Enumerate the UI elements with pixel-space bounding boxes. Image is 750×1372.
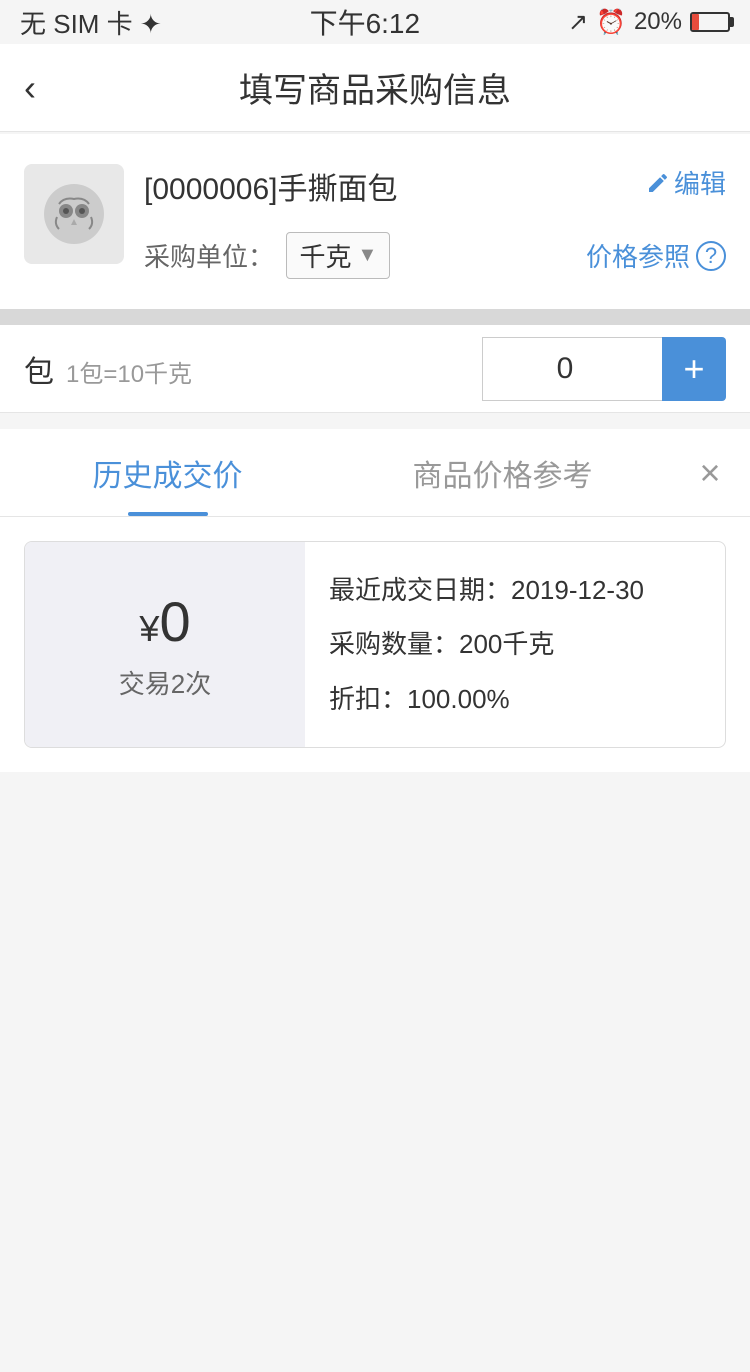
tab-price-reference[interactable]: 商品价格参考: [335, 429, 670, 516]
dropdown-arrow-icon: ▼: [357, 244, 377, 267]
qty-controls: +: [482, 337, 726, 401]
quantity-section: 包 1包=10千克 +: [0, 325, 750, 413]
product-thumbnail: [24, 164, 124, 264]
unit-value: 千克: [299, 237, 351, 274]
battery-icon: [690, 12, 730, 32]
unit-row: 采购单位： 千克 ▼ 价格参照 ?: [144, 232, 726, 279]
price-currency: ¥: [139, 608, 159, 649]
price-ref-label: 价格参照: [586, 237, 690, 274]
unit-label: 采购单位：: [144, 242, 274, 272]
price-card-right: 最近成交日期：2019-12-30 采购数量：200千克 折扣：100.00%: [305, 542, 725, 747]
status-right: ↗ ⏰ 20%: [568, 8, 730, 37]
purchase-qty-row: 采购数量：200千克: [329, 626, 701, 662]
back-button[interactable]: ‹: [24, 67, 36, 109]
tab-history-price[interactable]: 历史成交价: [0, 429, 335, 516]
edit-icon: [646, 171, 670, 195]
price-amount: 0: [159, 590, 190, 653]
product-logo-icon: [39, 179, 109, 249]
card-area: ¥0 交易2次 最近成交日期：2019-12-30 采购数量：200千克 折扣：…: [0, 517, 750, 772]
tab-price-reference-label: 商品价格参考: [413, 451, 593, 495]
tab-history-price-label: 历史成交价: [93, 451, 243, 495]
product-header-row: [0000006]手撕面包 编辑: [144, 164, 726, 208]
price-card: ¥0 交易2次 最近成交日期：2019-12-30 采购数量：200千克 折扣：…: [24, 541, 726, 748]
price-display: ¥0: [139, 589, 190, 654]
qty-unit: 包: [24, 347, 54, 391]
divider-bar: [0, 309, 750, 325]
battery-percent: 20%: [634, 8, 682, 36]
main-content-area: [0, 772, 750, 1372]
tabs-section: 历史成交价 商品价格参考 × ¥0 交易2次 最近成交日期：2019-12-30…: [0, 429, 750, 772]
recent-date-row: 最近成交日期：2019-12-30: [329, 572, 701, 608]
unit-label-group: 采购单位： 千克 ▼: [144, 232, 390, 279]
price-ref-button[interactable]: 价格参照 ?: [586, 237, 726, 274]
location-icon: ↗: [568, 8, 588, 37]
discount-row: 折扣：100.00%: [329, 681, 701, 717]
product-row: [0000006]手撕面包 编辑 采购单位： 千克 ▼ 价格: [24, 164, 726, 279]
close-button[interactable]: ×: [670, 452, 750, 494]
alarm-icon: ⏰: [596, 8, 626, 37]
status-time: 下午6:12: [310, 2, 421, 42]
purchase-qty-value: 200千克: [459, 629, 554, 659]
product-name: [0000006]手撕面包: [144, 164, 646, 208]
recent-date-label: 最近成交日期：: [329, 575, 511, 605]
tab-active-indicator: [128, 512, 208, 516]
price-card-left: ¥0 交易2次: [25, 542, 305, 747]
header: ‹ 填写商品采购信息: [0, 44, 750, 132]
qty-plus-button[interactable]: +: [662, 337, 726, 401]
edit-button[interactable]: 编辑: [646, 164, 726, 201]
purchase-qty-label: 采购数量：: [329, 629, 459, 659]
unit-select[interactable]: 千克 ▼: [286, 232, 390, 279]
discount-value: 100.00%: [407, 684, 510, 714]
qty-label-group: 包 1包=10千克: [24, 347, 192, 391]
qty-conversion: 1包=10千克: [66, 354, 192, 389]
page-title: 填写商品采购信息: [239, 63, 511, 112]
tabs-header: 历史成交价 商品价格参考 ×: [0, 429, 750, 517]
discount-label: 折扣：: [329, 684, 407, 714]
recent-date-value: 2019-12-30: [511, 575, 644, 605]
status-left: 无 SIM 卡 ✦: [20, 4, 162, 41]
product-info: [0000006]手撕面包 编辑 采购单位： 千克 ▼ 价格: [144, 164, 726, 279]
trade-count: 交易2次: [119, 664, 211, 701]
qty-input[interactable]: [482, 337, 662, 401]
product-section: [0000006]手撕面包 编辑 采购单位： 千克 ▼ 价格: [0, 134, 750, 309]
help-icon[interactable]: ?: [696, 241, 726, 271]
status-bar: 无 SIM 卡 ✦ 下午6:12 ↗ ⏰ 20%: [0, 0, 750, 44]
